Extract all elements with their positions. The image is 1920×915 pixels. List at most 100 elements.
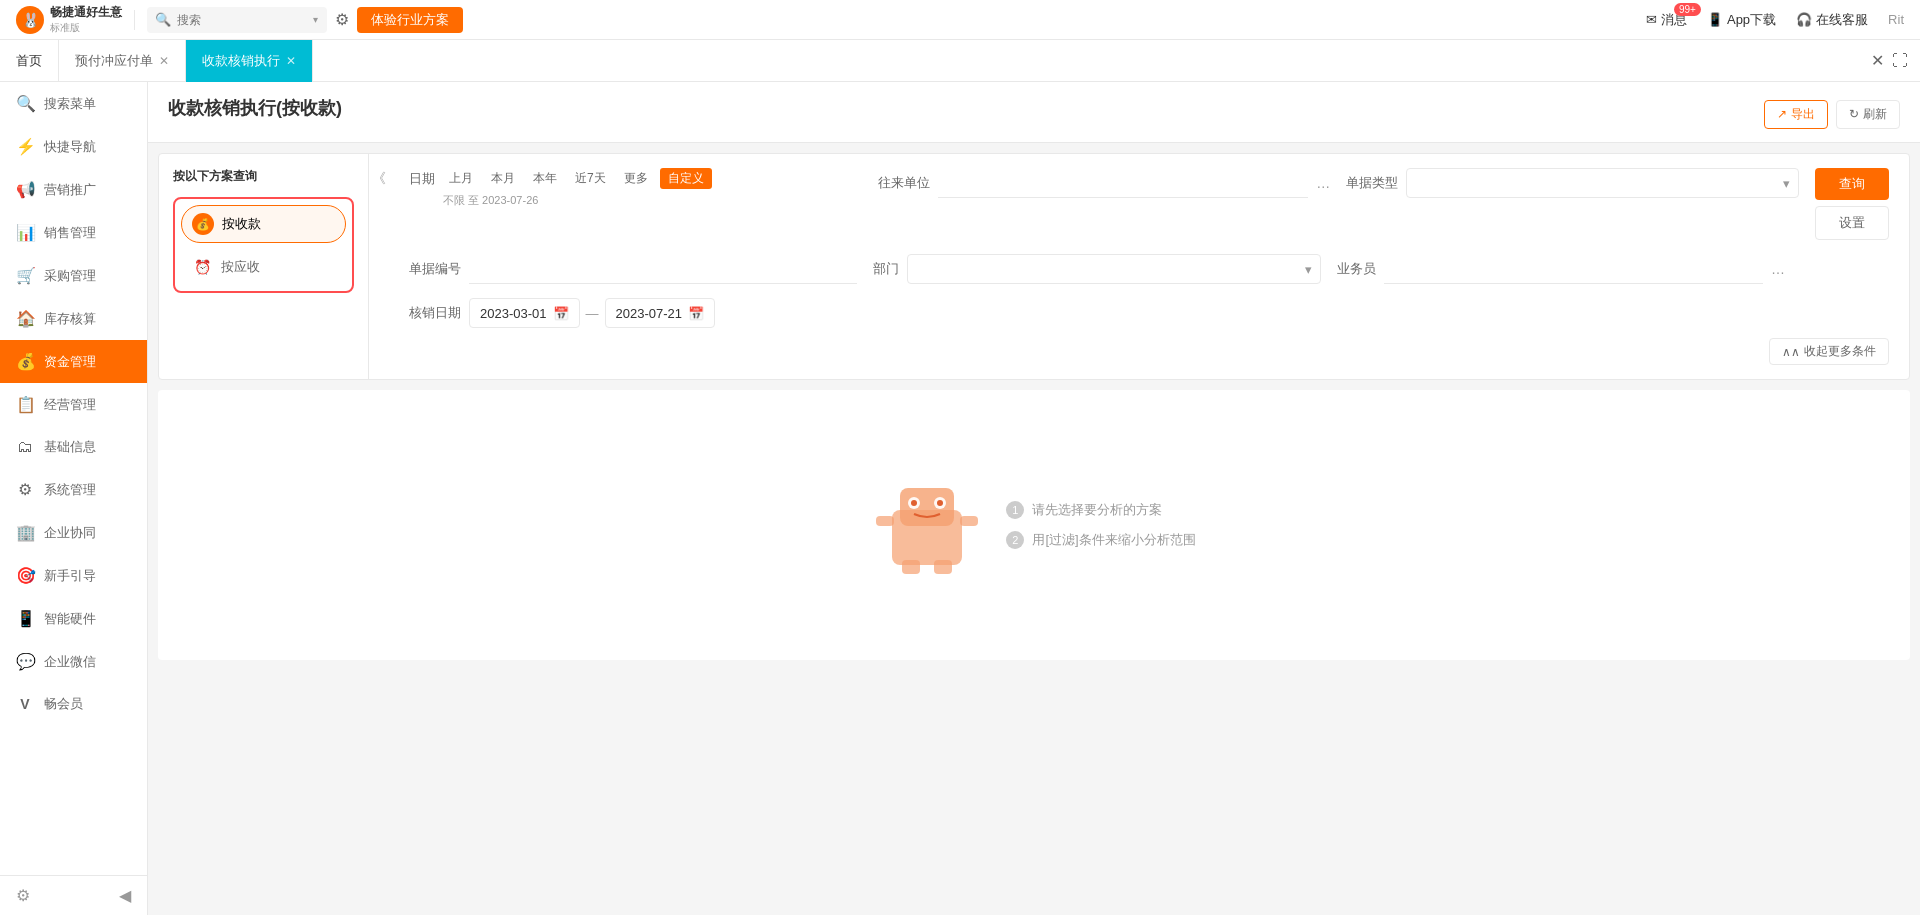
calendar-end-icon: 📅 — [688, 306, 704, 321]
salesperson-input[interactable] — [1384, 254, 1763, 284]
sidebar-item-quick-nav[interactable]: ⚡ 快捷导航 — [0, 125, 147, 168]
content-area: 收款核销执行(按收款) ↗ 导出 ↻ 刷新 按以下方案查询 — [148, 82, 1920, 915]
svg-rect-8 — [876, 516, 894, 526]
query-btn-area: 查询 设置 — [1815, 168, 1889, 240]
service-icon: 🎧 — [1796, 12, 1812, 27]
writeoff-end-value: 2023-07-21 — [616, 306, 683, 321]
counterparty-input[interactable] — [938, 168, 1309, 198]
sidebar-collapse-icon[interactable]: ◀ — [119, 886, 131, 905]
date-hint: 不限 至 2023-07-26 — [443, 193, 712, 208]
sidebar-item-label: 资金管理 — [44, 353, 96, 371]
sidebar-item-enterprise-collab[interactable]: 🏢 企业协同 — [0, 511, 147, 554]
sidebar-item-system[interactable]: ⚙ 系统管理 — [0, 468, 147, 511]
quick-nav-icon: ⚡ — [16, 137, 34, 156]
empty-state-container: 1 请先选择要分析的方案 2 用[过滤]条件来缩小分析范围 — [872, 470, 1195, 580]
date-tab-last-month[interactable]: 上月 — [443, 168, 479, 189]
voucher-type-arrow-icon: ▾ — [1783, 176, 1790, 191]
sidebar-settings-icon[interactable]: ⚙ — [16, 886, 30, 905]
filter-voucher-type-item: 单据类型 ▾ — [1346, 168, 1799, 198]
user-profile[interactable]: Rit — [1888, 12, 1904, 27]
date-range-separator: — — [586, 306, 599, 321]
solution-button[interactable]: 体验行业方案 — [357, 7, 463, 33]
by-receipt-icon: 💰 — [192, 213, 214, 235]
sidebar-item-label: 采购管理 — [44, 267, 96, 285]
calendar-start-icon: 📅 — [553, 306, 569, 321]
online-service-button[interactable]: 🎧 在线客服 — [1796, 11, 1868, 29]
sales-icon: 📊 — [16, 223, 34, 242]
sidebar-item-finance[interactable]: 💰 资金管理 — [0, 340, 147, 383]
brand-name: 畅捷通好生意 — [50, 4, 122, 21]
date-tab-this-month[interactable]: 本月 — [485, 168, 521, 189]
sidebar-item-purchase[interactable]: 🛒 采购管理 — [0, 254, 147, 297]
date-tab-7days[interactable]: 近7天 — [569, 168, 612, 189]
sidebar-item-inventory[interactable]: 🏠 库存核算 — [0, 297, 147, 340]
writeoff-start-date[interactable]: 2023-03-01 📅 — [469, 298, 580, 328]
message-button[interactable]: ✉ 消息 99+ — [1646, 11, 1687, 29]
search-menu-icon: 🔍 — [16, 94, 34, 113]
date-tab-more[interactable]: 更多 — [618, 168, 654, 189]
tab-expand-icon[interactable]: ⛶ — [1892, 52, 1908, 70]
sidebar-item-basic-info[interactable]: 🗂 基础信息 — [0, 426, 147, 468]
finance-icon: 💰 — [16, 352, 34, 371]
voucher-type-label: 单据类型 — [1346, 174, 1398, 192]
sidebar-item-marketing[interactable]: 📢 营销推广 — [0, 168, 147, 211]
filter-date-item: 日期 上月 本月 本年 近7天 更多 自定义 不限 至 2023-07-26 — [409, 168, 862, 208]
sidebar-item-label: 销售管理 — [44, 224, 96, 242]
settings-icon[interactable]: ⚙ — [335, 10, 349, 29]
tab-home[interactable]: 首页 — [0, 40, 59, 82]
tab-home-label: 首页 — [16, 52, 42, 70]
voucher-no-input[interactable] — [469, 254, 857, 284]
department-arrow-icon: ▾ — [1305, 262, 1312, 277]
tab-prepay[interactable]: 预付冲应付单 ✕ — [59, 40, 186, 82]
empty-robot-illustration — [872, 470, 982, 580]
date-label: 日期 — [409, 168, 435, 188]
search-input[interactable] — [177, 13, 307, 27]
enterprise-wechat-icon: 💬 — [16, 652, 34, 671]
tab-write-off[interactable]: 收款核销执行 ✕ — [186, 40, 313, 82]
sidebar-item-vip[interactable]: V 畅会员 — [0, 683, 147, 725]
app-download-label: App下载 — [1727, 11, 1776, 29]
sidebar-item-label: 基础信息 — [44, 438, 96, 456]
refresh-button[interactable]: ↻ 刷新 — [1836, 100, 1900, 129]
topbar-search-box[interactable]: 🔍 ▾ — [147, 7, 327, 33]
sidebar-item-sales[interactable]: 📊 销售管理 — [0, 211, 147, 254]
filter-collapse-btn[interactable]: 《 — [369, 154, 389, 379]
salesperson-dots-icon[interactable]: … — [1771, 261, 1785, 277]
date-inputs: 上月 本月 本年 近7天 更多 自定义 不限 至 2023-07-26 — [443, 168, 712, 208]
writeoff-end-date[interactable]: 2023-07-21 📅 — [605, 298, 716, 328]
tab-prepay-close-icon[interactable]: ✕ — [159, 54, 169, 68]
tab-prepay-label: 预付冲应付单 — [75, 52, 153, 70]
sidebar-item-operations[interactable]: 📋 经营管理 — [0, 383, 147, 426]
export-button[interactable]: ↗ 导出 — [1764, 100, 1828, 129]
export-label: 导出 — [1791, 106, 1815, 123]
app-download-button[interactable]: 📱 App下载 — [1707, 11, 1776, 29]
setting-button[interactable]: 设置 — [1815, 206, 1889, 240]
sidebar-item-label: 搜索菜单 — [44, 95, 96, 113]
date-tab-this-year[interactable]: 本年 — [527, 168, 563, 189]
operations-icon: 📋 — [16, 395, 34, 414]
tip-1-label: 请先选择要分析的方案 — [1032, 501, 1162, 519]
query-button[interactable]: 查询 — [1815, 168, 1889, 200]
sidebar-item-enterprise-wechat[interactable]: 💬 企业微信 — [0, 640, 147, 683]
brand-sub: 标准版 — [50, 21, 122, 35]
sidebar-item-smart-hardware[interactable]: 📱 智能硬件 — [0, 597, 147, 640]
sidebar-item-label: 经营管理 — [44, 396, 96, 414]
sidebar-item-search-menu[interactable]: 🔍 搜索菜单 — [0, 82, 147, 125]
sidebar-item-label: 营销推广 — [44, 181, 96, 199]
department-select[interactable]: ▾ — [907, 254, 1321, 284]
voucher-type-select[interactable]: ▾ — [1406, 168, 1799, 198]
empty-tip-2: 2 用[过滤]条件来缩小分析范围 — [1006, 531, 1195, 549]
collapse-more-button[interactable]: ∧∧ 收起更多条件 — [1769, 338, 1889, 365]
filter-option-by-receivable[interactable]: ⏰ 按应收 — [181, 249, 346, 285]
counterparty-dots-icon[interactable]: … — [1316, 175, 1330, 191]
page-actions: ↗ 导出 ↻ 刷新 — [1764, 100, 1900, 129]
tab-write-off-close-icon[interactable]: ✕ — [286, 54, 296, 68]
department-label: 部门 — [873, 260, 899, 278]
online-service-label: 在线客服 — [1816, 11, 1868, 29]
tab-close-all-icon[interactable]: ✕ — [1871, 51, 1884, 70]
filter-option-by-receipt[interactable]: 💰 按收款 — [181, 205, 346, 243]
sidebar-item-guide[interactable]: 🎯 新手引导 — [0, 554, 147, 597]
filter-left-panel: 按以下方案查询 💰 按收款 ⏰ 按应收 — [159, 154, 369, 379]
date-tab-custom[interactable]: 自定义 — [660, 168, 712, 189]
svg-rect-7 — [934, 560, 952, 574]
